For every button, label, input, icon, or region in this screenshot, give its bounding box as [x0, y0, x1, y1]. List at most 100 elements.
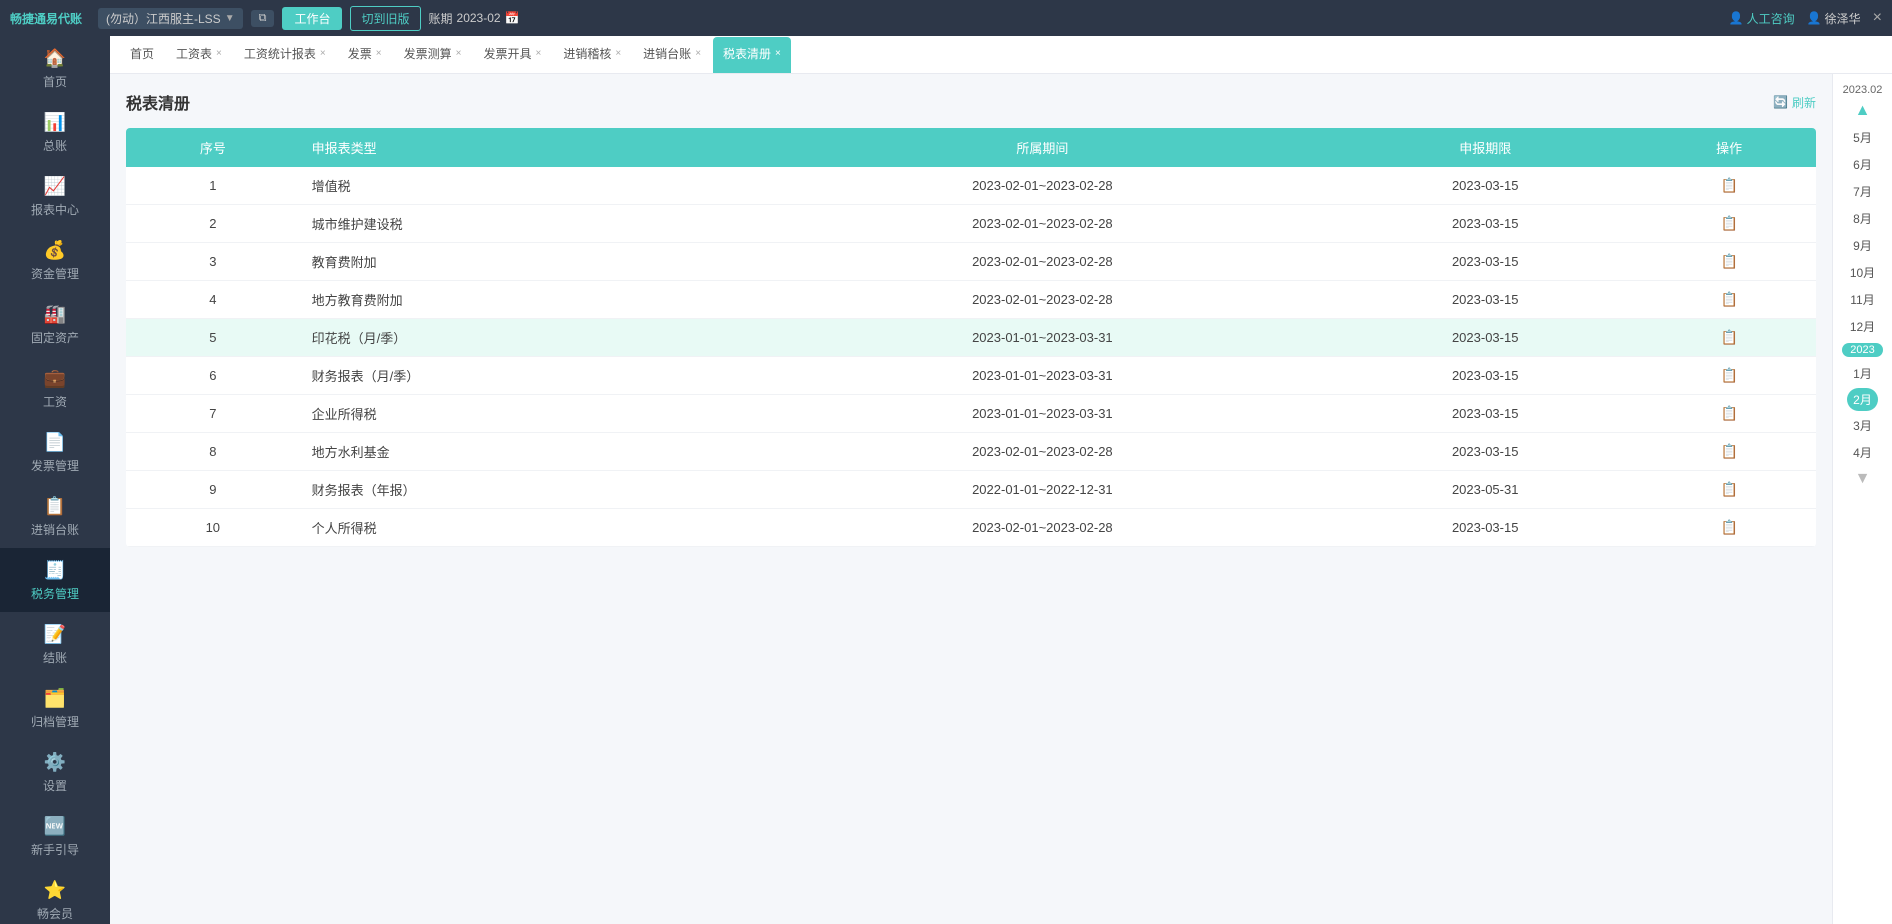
tab-home[interactable]: 首页 — [120, 37, 164, 73]
timeline-month-10[interactable]: 10月 — [1833, 259, 1892, 286]
sidebar-item-guide[interactable]: 🆕 新手引导 — [0, 804, 110, 868]
content-area: 首页 工资表 × 工资统计报表 × 发票 × 发票测算 × 发票开具 × — [110, 36, 1892, 924]
tab-invoice-open-close-icon[interactable]: × — [535, 48, 541, 59]
timeline-year-badge: 2023 — [1842, 343, 1882, 357]
timeline-month-2-active[interactable]: 2月 — [1847, 388, 1878, 411]
tab-purchase-ledger[interactable]: 进销台账 × — [633, 37, 711, 73]
tab-invoice[interactable]: 发票 × — [338, 37, 392, 73]
table-row: 5 印花税（月/季） 2023-01-01~2023-03-31 2023-03… — [126, 319, 1816, 357]
top-bar-right: 👤 人工咨询 👤 徐泽华 × — [1729, 9, 1882, 27]
action-icon[interactable]: 📋 — [1720, 519, 1737, 535]
action-icon[interactable]: 📋 — [1720, 329, 1737, 345]
tab-bar: 首页 工资表 × 工资统计报表 × 发票 × 发票测算 × 发票开具 × — [110, 36, 1892, 74]
cell-period: 2023-01-01~2023-03-31 — [757, 395, 1328, 433]
cell-index: 1 — [126, 167, 300, 205]
tab-tax-list-close-icon[interactable]: × — [775, 48, 781, 59]
cell-index: 2 — [126, 205, 300, 243]
tab-purchase-ledger-close-icon[interactable]: × — [695, 48, 701, 59]
sidebar-item-tax[interactable]: 🧾 税务管理 — [0, 548, 110, 612]
refresh-label: 刷新 — [1792, 94, 1816, 111]
timeline-month-3[interactable]: 3月 — [1833, 412, 1892, 439]
tab-invoice-calc[interactable]: 发票测算 × — [394, 37, 472, 73]
tab-salary-report[interactable]: 工资统计报表 × — [234, 37, 336, 73]
tab-tax-list[interactable]: 税表清册 × — [713, 37, 791, 73]
action-icon[interactable]: 📋 — [1720, 177, 1737, 193]
cell-index: 8 — [126, 433, 300, 471]
timeline-month-9[interactable]: 9月 — [1833, 232, 1892, 259]
action-icon[interactable]: 📋 — [1720, 215, 1737, 231]
timeline-down-button[interactable]: ▼ — [1855, 470, 1871, 488]
tab-invoice-label: 发票 — [348, 45, 372, 62]
tab-salary-close-icon[interactable]: × — [216, 48, 222, 59]
tab-salary-report-label: 工资统计报表 — [244, 45, 316, 62]
tab-salary[interactable]: 工资表 × — [166, 37, 232, 73]
cell-index: 5 — [126, 319, 300, 357]
timeline-month-4[interactable]: 4月 — [1833, 439, 1892, 466]
tab-invoice-calc-close-icon[interactable]: × — [456, 48, 462, 59]
sidebar-item-invoice[interactable]: 📄 发票管理 — [0, 420, 110, 484]
table-header: 序号 申报表类型 所属期间 申报期限 操作 — [126, 128, 1816, 167]
timeline-month-5[interactable]: 5月 — [1833, 124, 1892, 151]
sidebar-item-funds[interactable]: 💰 资金管理 — [0, 228, 110, 292]
action-icon[interactable]: 📋 — [1720, 367, 1737, 383]
table-row: 9 财务报表（年报） 2022-01-01~2022-12-31 2023-05… — [126, 471, 1816, 509]
sidebar-item-ledger[interactable]: 📊 总账 — [0, 100, 110, 164]
main-layout: 🏠 首页 📊 总账 📈 报表中心 💰 资金管理 🏭 固定资产 💼 工资 📄 发票… — [0, 36, 1892, 924]
tab-salary-report-close-icon[interactable]: × — [320, 48, 326, 59]
cell-period: 2022-01-01~2022-12-31 — [757, 471, 1328, 509]
timeline-up-button[interactable]: ▲ — [1855, 102, 1871, 120]
action-icon[interactable]: 📋 — [1720, 405, 1737, 421]
sidebar-item-settings[interactable]: ⚙️ 设置 — [0, 740, 110, 804]
company-selector[interactable]: (勿动）江西服主-LSS ▼ — [98, 8, 243, 29]
timeline-month-12[interactable]: 12月 — [1833, 313, 1892, 340]
tab-invoice-close-icon[interactable]: × — [376, 48, 382, 59]
sidebar-item-purchase[interactable]: 📋 进销台账 — [0, 484, 110, 548]
table-row: 2 城市维护建设税 2023-02-01~2023-02-28 2023-03-… — [126, 205, 1816, 243]
sidebar-label-funds: 资金管理 — [31, 265, 79, 282]
main-panel: 税表清册 🔄 刷新 序号 申报表类型 所属期间 申报期限 操作 — [110, 74, 1832, 924]
sidebar-item-fixed[interactable]: 🏭 固定资产 — [0, 292, 110, 356]
cell-type: 企业所得税 — [300, 395, 757, 433]
cell-deadline: 2023-03-15 — [1328, 243, 1642, 281]
timeline-month-11[interactable]: 11月 — [1833, 286, 1892, 313]
tab-purchase-check[interactable]: 进销稽核 × — [553, 37, 631, 73]
action-icon[interactable]: 📋 — [1720, 253, 1737, 269]
sidebar-item-settlement[interactable]: 📝 结账 — [0, 612, 110, 676]
tab-invoice-open[interactable]: 发票开具 × — [473, 37, 551, 73]
cell-index: 7 — [126, 395, 300, 433]
sidebar: 🏠 首页 📊 总账 📈 报表中心 💰 资金管理 🏭 固定资产 💼 工资 📄 发票… — [0, 36, 110, 924]
tab-purchase-check-close-icon[interactable]: × — [615, 48, 621, 59]
tab-invoice-calc-label: 发票测算 — [404, 45, 452, 62]
cell-action: 📋 — [1642, 205, 1816, 243]
timeline-month-7[interactable]: 7月 — [1833, 178, 1892, 205]
refresh-button[interactable]: 🔄 刷新 — [1773, 94, 1816, 111]
copy-button[interactable]: ⧉ — [251, 10, 275, 27]
sidebar-item-home[interactable]: 🏠 首页 — [0, 36, 110, 100]
company-name: (勿动）江西服主-LSS — [106, 10, 221, 27]
purchase-icon: 📋 — [44, 496, 66, 517]
sidebar-label-member: 畅会员 — [37, 905, 73, 922]
table-row: 10 个人所得税 2023-02-01~2023-02-28 2023-03-1… — [126, 509, 1816, 547]
user-menu[interactable]: 👤 徐泽华 — [1807, 10, 1861, 27]
timeline-month-8[interactable]: 8月 — [1833, 205, 1892, 232]
workbench-button[interactable]: 工作台 — [282, 7, 342, 30]
sidebar-item-report[interactable]: 📈 报表中心 — [0, 164, 110, 228]
tab-purchase-check-label: 进销稽核 — [563, 45, 611, 62]
timeline-month-6[interactable]: 6月 — [1833, 151, 1892, 178]
help-button[interactable]: 👤 人工咨询 — [1729, 10, 1795, 27]
table-row: 6 财务报表（月/季） 2023-01-01~2023-03-31 2023-0… — [126, 357, 1816, 395]
switch-version-button[interactable]: 切到旧版 — [350, 6, 420, 31]
cell-deadline: 2023-03-15 — [1328, 205, 1642, 243]
sidebar-item-archive[interactable]: 🗂️ 归档管理 — [0, 676, 110, 740]
cell-action: 📋 — [1642, 433, 1816, 471]
close-button[interactable]: × — [1873, 9, 1882, 27]
invoice-icon: 📄 — [44, 432, 66, 453]
action-icon[interactable]: 📋 — [1720, 443, 1737, 459]
action-icon[interactable]: 📋 — [1720, 481, 1737, 497]
cell-action: 📋 — [1642, 357, 1816, 395]
timeline-month-1[interactable]: 1月 — [1833, 360, 1892, 387]
action-icon[interactable]: 📋 — [1720, 291, 1737, 307]
sidebar-item-salary[interactable]: 💼 工资 — [0, 356, 110, 420]
cell-type: 财务报表（年报） — [300, 471, 757, 509]
sidebar-item-member[interactable]: ⭐ 畅会员 — [0, 868, 110, 924]
